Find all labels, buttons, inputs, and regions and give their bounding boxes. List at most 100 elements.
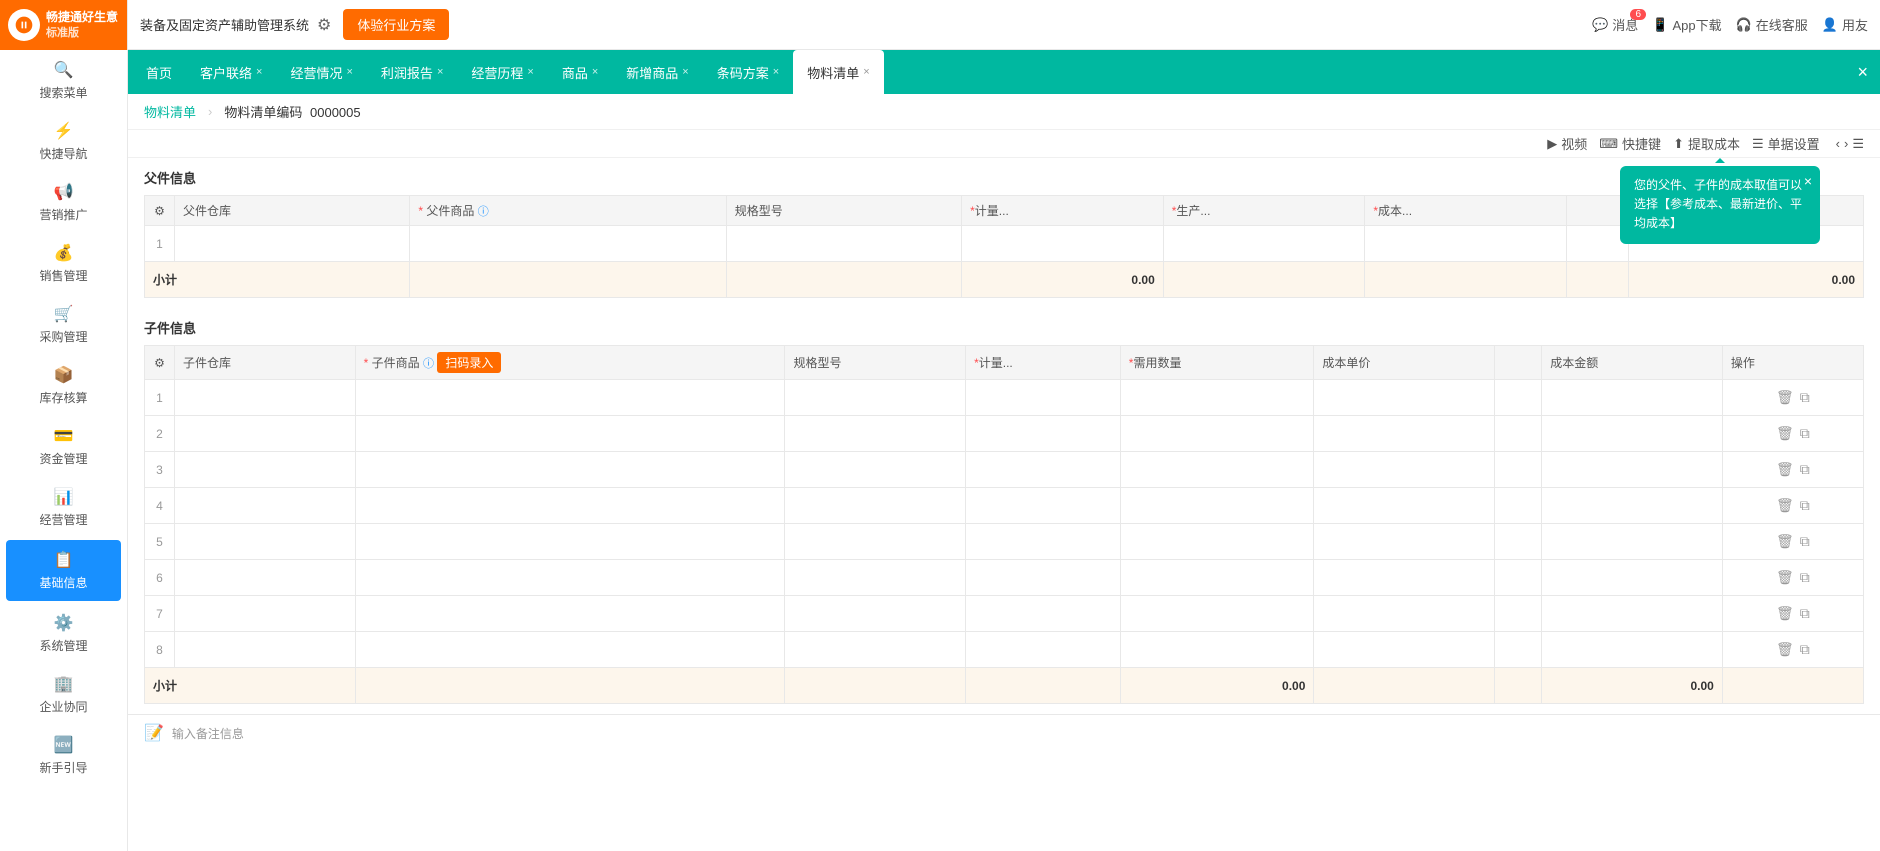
sidebar-item-enterprise[interactable]: 🏢 企业协同 — [0, 664, 127, 725]
copy-icon-4[interactable]: ⧉ — [1800, 497, 1810, 514]
sidebar-item-marketing[interactable]: 📢 营销推广 — [0, 172, 127, 233]
sidebar-item-basic[interactable]: 📋 基础信息 — [6, 540, 121, 601]
settings-button[interactable]: ☰ 单据设置 — [1752, 134, 1820, 153]
delete-icon-4[interactable]: 🗑 — [1776, 497, 1794, 514]
copy-icon-8[interactable]: ⧉ — [1800, 641, 1810, 658]
parent-spec-cell[interactable] — [726, 226, 961, 262]
tab-product[interactable]: 商品 × — [548, 50, 612, 94]
tab-close-all[interactable]: × — [1849, 62, 1876, 83]
close-tab-customer[interactable]: × — [256, 66, 262, 78]
trial-button[interactable]: 体验行业方案 — [343, 9, 449, 40]
child-unit-cost-5[interactable] — [1314, 524, 1495, 560]
child-product-5[interactable] — [355, 524, 785, 560]
child-unit-cost-7[interactable] — [1314, 596, 1495, 632]
parent-product-info-icon[interactable]: ⓘ — [478, 206, 489, 218]
child-unit-3[interactable] — [966, 452, 1121, 488]
parent-col-settings[interactable]: ⚙ — [145, 196, 175, 226]
child-qty-5[interactable] — [1120, 524, 1314, 560]
delete-icon-7[interactable]: 🗑 — [1776, 605, 1794, 622]
delete-icon-2[interactable]: 🗑 — [1776, 425, 1794, 442]
sidebar-item-purchase[interactable]: 🛒 采购管理 — [0, 294, 127, 355]
delete-icon-5[interactable]: 🗑 — [1776, 533, 1794, 550]
online-service-button[interactable]: 🎧 在线客服 — [1736, 15, 1808, 34]
tab-bom[interactable]: 物料清单 × — [793, 50, 883, 94]
child-product-4[interactable] — [355, 488, 785, 524]
child-warehouse-7[interactable] — [175, 596, 356, 632]
child-col-settings[interactable]: ⚙ — [145, 346, 175, 380]
child-qty-1[interactable] — [1120, 380, 1314, 416]
parent-product-cell[interactable] — [410, 226, 726, 262]
child-qty-7[interactable] — [1120, 596, 1314, 632]
copy-icon-7[interactable]: ⧉ — [1800, 605, 1810, 622]
copy-icon-1[interactable]: ⧉ — [1800, 389, 1810, 406]
child-qty-4[interactable] — [1120, 488, 1314, 524]
delete-icon-1[interactable]: 🗑 — [1776, 389, 1794, 406]
child-product-info-icon[interactable]: ⓘ — [423, 358, 434, 370]
copy-icon-2[interactable]: ⧉ — [1800, 425, 1810, 442]
tab-profit[interactable]: 利润报告 × — [367, 50, 457, 94]
child-spec-7[interactable] — [785, 596, 966, 632]
child-unit-6[interactable] — [966, 560, 1121, 596]
copy-icon-6[interactable]: ⧉ — [1800, 569, 1810, 586]
prev-button[interactable]: ‹ — [1836, 136, 1840, 152]
close-tab-operation[interactable]: × — [346, 66, 352, 78]
child-unit-cost-8[interactable] — [1314, 632, 1495, 668]
child-warehouse-8[interactable] — [175, 632, 356, 668]
close-tab-profit[interactable]: × — [437, 66, 443, 78]
close-all-icon[interactable]: × — [1857, 62, 1868, 83]
child-spec-1[interactable] — [785, 380, 966, 416]
cost-button[interactable]: ⬆ 提取成本 — [1673, 134, 1740, 153]
child-unit-cost-4[interactable] — [1314, 488, 1495, 524]
child-product-7[interactable] — [355, 596, 785, 632]
child-qty-8[interactable] — [1120, 632, 1314, 668]
child-unit-1[interactable] — [966, 380, 1121, 416]
tooltip-close-button[interactable]: × — [1804, 170, 1812, 192]
child-spec-4[interactable] — [785, 488, 966, 524]
close-tab-product[interactable]: × — [592, 66, 598, 78]
sidebar-item-operation[interactable]: 📊 经营管理 — [0, 477, 127, 538]
parent-cost-cell[interactable] — [1365, 226, 1567, 262]
child-warehouse-4[interactable] — [175, 488, 356, 524]
delete-icon-6[interactable]: 🗑 — [1776, 569, 1794, 586]
tab-history[interactable]: 经营历程 × — [457, 50, 547, 94]
child-product-1[interactable] — [355, 380, 785, 416]
next-button[interactable]: › — [1844, 136, 1848, 152]
note-placeholder[interactable]: 输入备注信息 — [172, 725, 244, 742]
child-unit-2[interactable] — [966, 416, 1121, 452]
child-spec-3[interactable] — [785, 452, 966, 488]
child-spec-8[interactable] — [785, 632, 966, 668]
sidebar-item-system[interactable]: ⚙️ 系统管理 — [0, 603, 127, 664]
child-unit-8[interactable] — [966, 632, 1121, 668]
close-tab-history[interactable]: × — [527, 66, 533, 78]
shortcut-button[interactable]: ⌨ 快捷键 — [1599, 134, 1661, 153]
sidebar-item-quicknav[interactable]: ⚡ 快捷导航 — [0, 111, 127, 172]
parent-unit-cell[interactable] — [962, 226, 1164, 262]
tab-customer[interactable]: 客户联络 × — [186, 50, 276, 94]
tab-new-product[interactable]: 新增商品 × — [612, 50, 702, 94]
child-unit-7[interactable] — [966, 596, 1121, 632]
child-product-8[interactable] — [355, 632, 785, 668]
child-qty-2[interactable] — [1120, 416, 1314, 452]
delete-icon-3[interactable]: 🗑 — [1776, 461, 1794, 478]
copy-icon-3[interactable]: ⧉ — [1800, 461, 1810, 478]
view-button[interactable]: ▶ 视频 — [1547, 134, 1587, 153]
delete-icon-8[interactable]: 🗑 — [1776, 641, 1794, 658]
child-unit-cost-3[interactable] — [1314, 452, 1495, 488]
child-spec-6[interactable] — [785, 560, 966, 596]
list-view-icon[interactable]: ☰ — [1852, 136, 1864, 152]
child-warehouse-6[interactable] — [175, 560, 356, 596]
child-qty-3[interactable] — [1120, 452, 1314, 488]
breadcrumb-bom-list[interactable]: 物料清单 — [144, 102, 196, 121]
child-warehouse-2[interactable] — [175, 416, 356, 452]
sidebar-item-guide[interactable]: 🆕 新手引导 — [0, 725, 127, 786]
close-tab-bom[interactable]: × — [863, 66, 869, 78]
sidebar-item-finance[interactable]: 💳 资金管理 — [0, 416, 127, 477]
sidebar-item-sales[interactable]: 💰 销售管理 — [0, 233, 127, 294]
child-spec-2[interactable] — [785, 416, 966, 452]
copy-icon-5[interactable]: ⧉ — [1800, 533, 1810, 550]
child-product-3[interactable] — [355, 452, 785, 488]
tab-operation[interactable]: 经营情况 × — [276, 50, 366, 94]
child-spec-5[interactable] — [785, 524, 966, 560]
child-unit-cost-2[interactable] — [1314, 416, 1495, 452]
child-unit-cost-6[interactable] — [1314, 560, 1495, 596]
